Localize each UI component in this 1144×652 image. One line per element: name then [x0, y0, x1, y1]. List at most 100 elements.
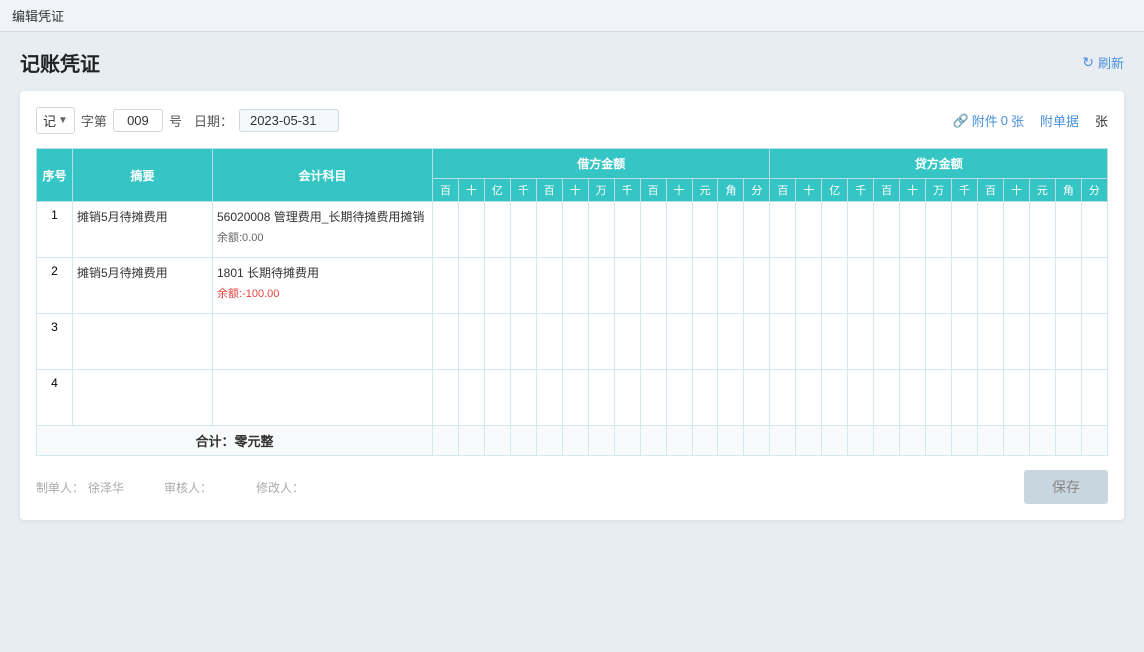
cell-debit-0-5[interactable]: [562, 202, 588, 258]
cell-debit-0-2[interactable]: [484, 202, 510, 258]
cell-credit-3-11[interactable]: [1055, 370, 1081, 426]
cell-debit-1-1[interactable]: [458, 258, 484, 314]
cell-debit-2-5[interactable]: [562, 314, 588, 370]
cell-credit-1-2[interactable]: [822, 258, 848, 314]
cell-credit-2-0[interactable]: [770, 314, 796, 370]
cell-credit-3-1[interactable]: [796, 370, 822, 426]
ji-select[interactable]: 记 ▼: [36, 107, 75, 134]
cell-credit-0-12[interactable]: [1081, 202, 1107, 258]
cell-debit-2-11[interactable]: [718, 314, 744, 370]
cell-credit-0-8[interactable]: [978, 202, 1004, 258]
cell-credit-2-7[interactable]: [952, 314, 978, 370]
cell-debit-1-9[interactable]: [666, 258, 692, 314]
cell-credit-1-6[interactable]: [926, 258, 952, 314]
cell-debit-3-1[interactable]: [458, 370, 484, 426]
cell-credit-0-3[interactable]: [848, 202, 874, 258]
cell-debit-2-7[interactable]: [614, 314, 640, 370]
cell-summary-0[interactable]: 摊销5月待摊费用: [73, 202, 213, 258]
cell-debit-1-12[interactable]: [744, 258, 770, 314]
cell-credit-0-7[interactable]: [952, 202, 978, 258]
cell-account-0[interactable]: 56020008 管理费用_长期待摊费用摊销余额:0.00: [213, 202, 433, 258]
cell-summary-3[interactable]: [73, 370, 213, 426]
cell-debit-0-4[interactable]: [536, 202, 562, 258]
cell-summary-2[interactable]: [73, 314, 213, 370]
cell-debit-2-1[interactable]: [458, 314, 484, 370]
cell-credit-2-12[interactable]: [1081, 314, 1107, 370]
cell-credit-1-4[interactable]: [874, 258, 900, 314]
date-value[interactable]: 2023-05-31: [239, 109, 339, 132]
cell-debit-0-11[interactable]: [718, 202, 744, 258]
cell-debit-1-5[interactable]: [562, 258, 588, 314]
cell-debit-0-3[interactable]: [510, 202, 536, 258]
cell-debit-0-0[interactable]: [433, 202, 459, 258]
cell-credit-1-1[interactable]: [796, 258, 822, 314]
cell-debit-2-3[interactable]: [510, 314, 536, 370]
cell-debit-3-6[interactable]: [588, 370, 614, 426]
cell-credit-3-5[interactable]: [900, 370, 926, 426]
cell-debit-1-10[interactable]: [692, 258, 718, 314]
cell-debit-2-9[interactable]: [666, 314, 692, 370]
cell-debit-3-9[interactable]: [666, 370, 692, 426]
save-button[interactable]: 保存: [1024, 470, 1108, 504]
cell-credit-1-10[interactable]: [1029, 258, 1055, 314]
cell-credit-2-6[interactable]: [926, 314, 952, 370]
cell-credit-3-9[interactable]: [1003, 370, 1029, 426]
cell-credit-0-9[interactable]: [1003, 202, 1029, 258]
cell-credit-2-8[interactable]: [978, 314, 1004, 370]
cell-debit-0-1[interactable]: [458, 202, 484, 258]
cell-debit-2-6[interactable]: [588, 314, 614, 370]
attach-button[interactable]: 🔗 附件 0 张: [953, 111, 1024, 130]
cell-credit-1-11[interactable]: [1055, 258, 1081, 314]
cell-credit-3-7[interactable]: [952, 370, 978, 426]
cell-credit-1-5[interactable]: [900, 258, 926, 314]
cell-debit-3-8[interactable]: [640, 370, 666, 426]
cell-credit-2-11[interactable]: [1055, 314, 1081, 370]
zi-value[interactable]: 009: [113, 109, 163, 132]
cell-debit-1-11[interactable]: [718, 258, 744, 314]
cell-credit-0-6[interactable]: [926, 202, 952, 258]
cell-credit-1-8[interactable]: [978, 258, 1004, 314]
cell-debit-3-7[interactable]: [614, 370, 640, 426]
cell-debit-0-7[interactable]: [614, 202, 640, 258]
cell-debit-3-3[interactable]: [510, 370, 536, 426]
cell-debit-3-0[interactable]: [433, 370, 459, 426]
cell-credit-0-0[interactable]: [770, 202, 796, 258]
cell-credit-0-4[interactable]: [874, 202, 900, 258]
cell-credit-3-2[interactable]: [822, 370, 848, 426]
cell-debit-0-10[interactable]: [692, 202, 718, 258]
cell-credit-3-3[interactable]: [848, 370, 874, 426]
cell-debit-2-0[interactable]: [433, 314, 459, 370]
cell-credit-3-10[interactable]: [1029, 370, 1055, 426]
cell-debit-2-2[interactable]: [484, 314, 510, 370]
cell-account-1[interactable]: 1801 长期待摊费用余额:-100.00: [213, 258, 433, 314]
cell-debit-1-8[interactable]: [640, 258, 666, 314]
cell-credit-2-9[interactable]: [1003, 314, 1029, 370]
cell-account-3[interactable]: [213, 370, 433, 426]
cell-credit-0-1[interactable]: [796, 202, 822, 258]
cell-credit-3-4[interactable]: [874, 370, 900, 426]
cell-debit-1-4[interactable]: [536, 258, 562, 314]
cell-debit-1-7[interactable]: [614, 258, 640, 314]
cell-debit-1-6[interactable]: [588, 258, 614, 314]
cell-debit-3-2[interactable]: [484, 370, 510, 426]
cell-credit-1-12[interactable]: [1081, 258, 1107, 314]
cell-credit-0-10[interactable]: [1029, 202, 1055, 258]
cell-debit-0-12[interactable]: [744, 202, 770, 258]
cell-debit-2-12[interactable]: [744, 314, 770, 370]
cell-debit-0-9[interactable]: [666, 202, 692, 258]
cell-credit-0-11[interactable]: [1055, 202, 1081, 258]
cell-debit-0-6[interactable]: [588, 202, 614, 258]
cell-debit-0-8[interactable]: [640, 202, 666, 258]
cell-credit-3-6[interactable]: [926, 370, 952, 426]
cell-credit-3-0[interactable]: [770, 370, 796, 426]
cell-debit-2-4[interactable]: [536, 314, 562, 370]
cell-debit-2-8[interactable]: [640, 314, 666, 370]
cell-credit-1-3[interactable]: [848, 258, 874, 314]
cell-debit-1-2[interactable]: [484, 258, 510, 314]
cell-credit-1-7[interactable]: [952, 258, 978, 314]
cell-debit-3-4[interactable]: [536, 370, 562, 426]
cell-summary-1[interactable]: 摊销5月待摊费用: [73, 258, 213, 314]
cell-credit-0-2[interactable]: [822, 202, 848, 258]
cell-credit-3-12[interactable]: [1081, 370, 1107, 426]
cell-credit-2-5[interactable]: [900, 314, 926, 370]
